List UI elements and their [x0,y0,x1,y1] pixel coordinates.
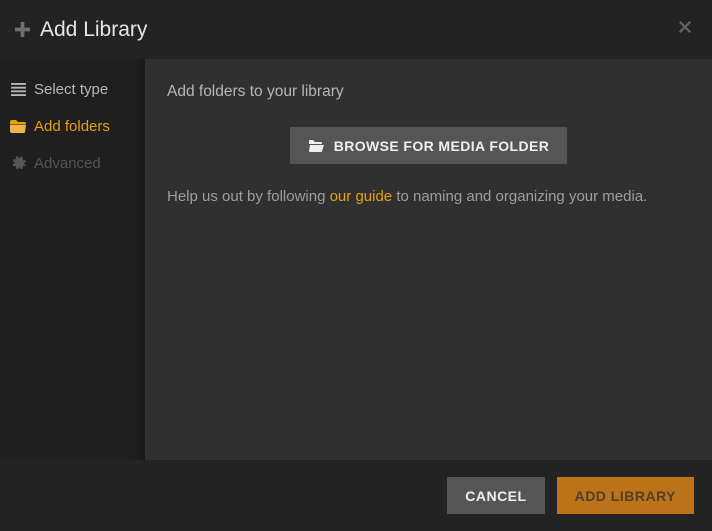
sidebar-item-label: Advanced [34,155,101,172]
sidebar-item-label: Add folders [34,118,110,135]
content-heading: Add folders to your library [167,83,690,101]
modal-body: Select type Add folders Advanced Add fol… [0,59,712,460]
list-icon [10,82,26,98]
close-icon [678,20,692,34]
modal-footer: CANCEL ADD LIBRARY [0,460,712,531]
modal-header: Add Library [0,0,712,59]
help-text: Help us out by following our guide to na… [167,188,690,205]
plus-icon [14,22,30,38]
browse-media-folder-button[interactable]: BROWSE FOR MEDIA FOLDER [290,127,568,164]
close-button[interactable] [676,18,694,36]
add-library-modal: Add Library Select type Add folders [0,0,712,531]
sidebar-item-select-type[interactable]: Select type [0,71,145,108]
help-suffix: to naming and organizing your media. [392,188,647,205]
modal-title: Add Library [40,18,147,42]
sidebar-item-add-folders[interactable]: Add folders [0,108,145,145]
add-library-button[interactable]: ADD LIBRARY [557,477,694,514]
folder-open-icon [308,139,324,152]
content-panel: Add folders to your library BROWSE FOR M… [145,59,712,460]
browse-button-label: BROWSE FOR MEDIA FOLDER [334,138,550,154]
folder-icon [10,119,26,135]
cancel-button[interactable]: CANCEL [447,477,544,514]
sidebar-item-label: Select type [34,81,108,98]
help-prefix: Help us out by following [167,188,330,205]
sidebar-item-advanced: Advanced [0,145,145,182]
our-guide-link[interactable]: our guide [330,188,393,205]
sidebar: Select type Add folders Advanced [0,59,145,460]
browse-button-wrap: BROWSE FOR MEDIA FOLDER [167,127,690,164]
gear-icon [10,156,26,172]
